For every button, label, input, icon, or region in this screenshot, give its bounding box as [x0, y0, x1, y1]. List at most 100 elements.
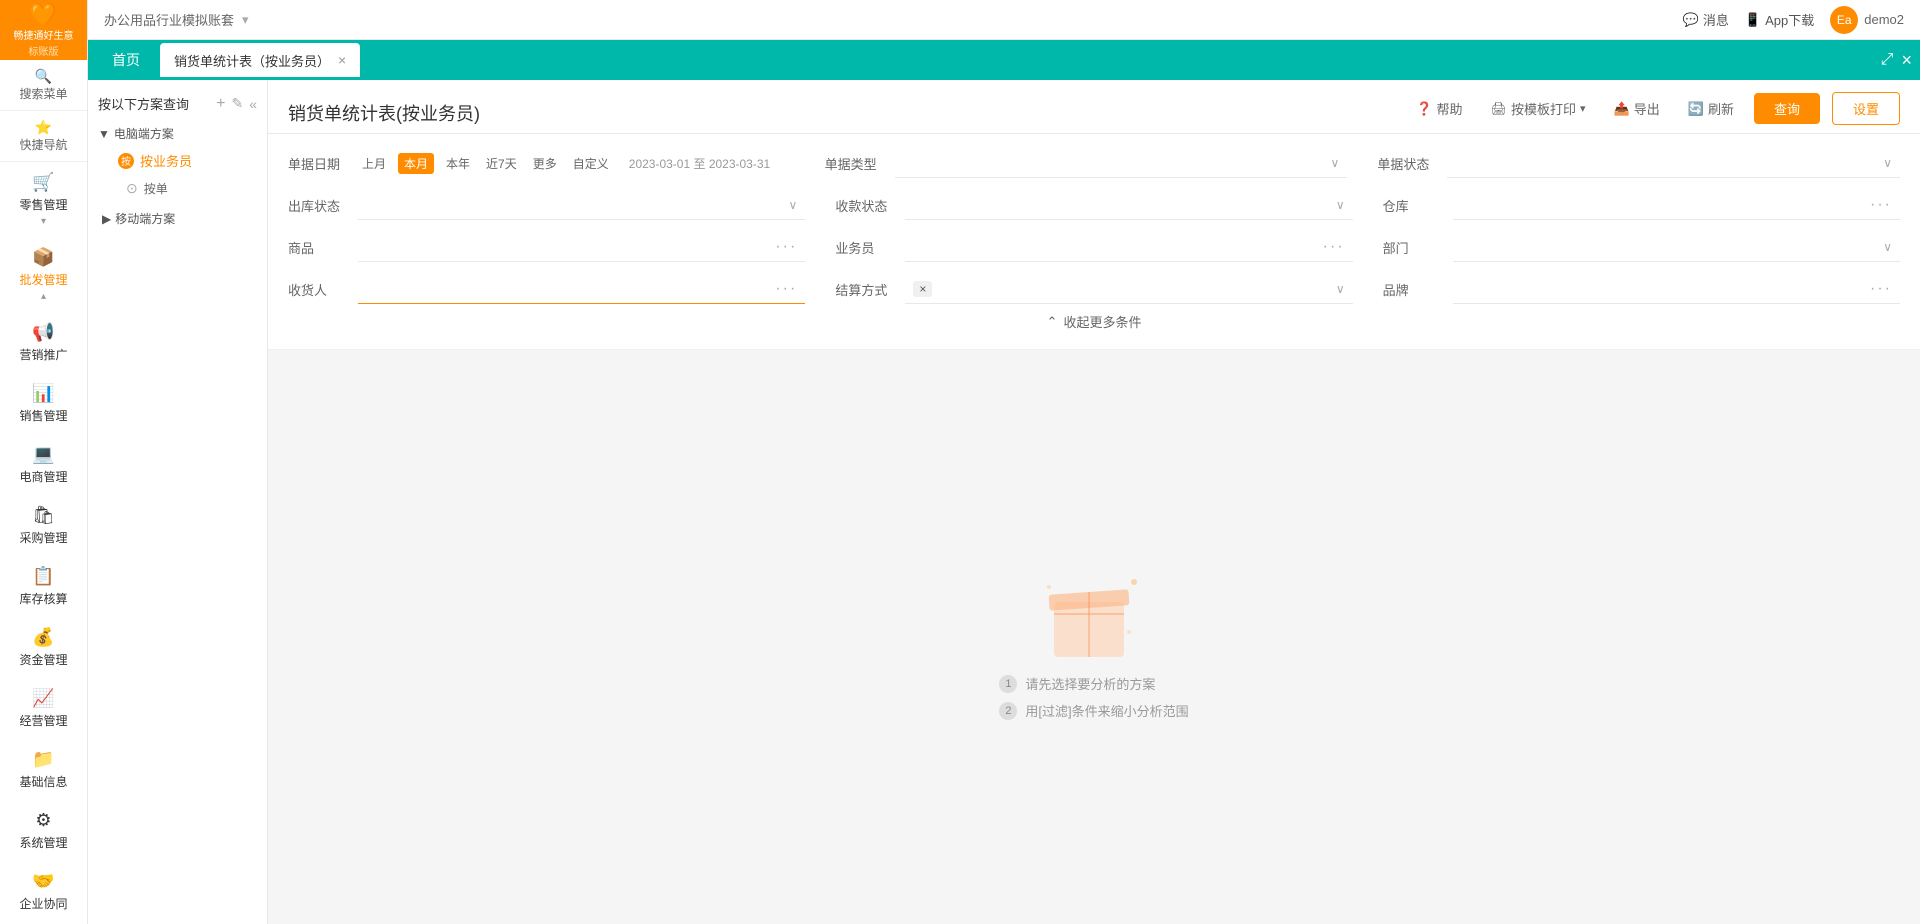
goods-dots: ··· — [775, 238, 797, 256]
salesperson-control[interactable]: ··· — [905, 232, 1352, 262]
warehouse-dots: ··· — [1870, 196, 1892, 214]
sidebar-item-marketing[interactable]: 📢 营销推广 — [0, 312, 87, 373]
sidebar-item-ecommerce[interactable]: 💻 电商管理 — [0, 434, 87, 495]
app-subtitle: 标账版 — [29, 43, 59, 58]
salesperson-label: 业务员 — [835, 238, 905, 257]
sidebar-item-enterprise[interactable]: 🤝 企业协同 — [0, 861, 87, 922]
sidebar-item-retail[interactable]: 🛒 零售管理 ▾ — [0, 162, 87, 237]
template-print-button[interactable]: 🖨 按模板打印 ▾ — [1483, 95, 1594, 122]
doc-type-control[interactable]: ∨ — [895, 148, 1348, 178]
payment-status-control[interactable]: ∨ — [905, 190, 1352, 220]
sidebar-search[interactable]: 🔍 搜索菜单 — [0, 60, 87, 111]
sidebar-shortcut[interactable]: ⭐ 快捷导航 — [0, 111, 87, 162]
payment-method-arrow: ∨ — [1336, 282, 1345, 296]
close-window-icon[interactable]: × — [1901, 50, 1912, 71]
breadcrumb-area: 办公用品行业模拟账套 ▾ — [104, 10, 249, 29]
inventory-icon: 📋 — [32, 566, 54, 587]
mobile-scheme-group[interactable]: ▶ 移动端方案 — [88, 206, 267, 231]
consignee-control[interactable]: ··· — [358, 274, 805, 304]
search-label: 搜索菜单 — [6, 85, 81, 102]
user-info[interactable]: Ea demo2 — [1830, 6, 1904, 34]
sidebar-item-operations[interactable]: 📈 经营管理 — [0, 678, 87, 739]
collapse-panel-icon[interactable]: « — [249, 96, 257, 112]
sidebar-item-inventory[interactable]: 📋 库存核算 — [0, 556, 87, 617]
date-tab-more[interactable]: 更多 — [529, 153, 561, 174]
date-tab-this-year[interactable]: 本年 — [442, 153, 474, 174]
app-download-button[interactable]: 📱 App下载 — [1745, 10, 1814, 29]
brand-label: 品牌 — [1383, 280, 1453, 299]
refresh-label: 刷新 — [1708, 99, 1734, 118]
inventory-label: 库存核算 — [19, 590, 67, 607]
refresh-icon: 🔄 — [1688, 101, 1704, 117]
date-tab-last-month[interactable]: 上月 — [358, 153, 390, 174]
wholesale-icon: 📦 — [32, 247, 54, 268]
enterprise-icon: 🤝 — [32, 871, 54, 892]
right-panel: 销货单统计表(按业务员) ❓ 帮助 🖨 按模板打印 ▾ 📤 导出 — [268, 80, 1920, 924]
doc-status-control[interactable]: ∨ — [1447, 148, 1900, 178]
sidebar-item-system[interactable]: ⚙ 系统管理 — [0, 800, 87, 861]
export-icon: 📤 — [1614, 101, 1630, 117]
edit-scheme-icon[interactable]: ✎ — [231, 95, 243, 112]
panel-actions: + ✎ « — [216, 95, 257, 113]
scheme-sub-item-by-order[interactable]: ⊙ 按单 — [94, 175, 261, 202]
help-button[interactable]: ❓ 帮助 — [1408, 95, 1470, 122]
filter-row-2: 出库状态 ∨ 收款状态 ∨ 仓库 ··· — [288, 190, 1900, 220]
desktop-scheme-group: ▼ 电脑端方案 按 按业务员 ⊙ 按单 — [88, 121, 267, 202]
message-button[interactable]: 💬 消息 — [1683, 10, 1729, 29]
add-scheme-icon[interactable]: + — [216, 95, 225, 113]
scheme-salesperson-label: 按业务员 — [140, 151, 192, 170]
ecommerce-icon: 💻 — [32, 444, 54, 465]
date-tab-this-month[interactable]: 本月 — [398, 153, 434, 174]
query-button[interactable]: 查询 — [1754, 93, 1820, 124]
marketing-icon: 📢 — [32, 322, 54, 343]
sidebar-item-purchase[interactable]: 🛍 采购管理 — [0, 495, 87, 556]
app-name: 畅捷通好生意 — [14, 30, 74, 43]
tab-close-icon[interactable]: × — [338, 52, 346, 68]
tab-home[interactable]: 首页 — [96, 40, 156, 80]
breadcrumb-dropdown-icon[interactable]: ▾ — [242, 12, 249, 28]
tag-close-icon[interactable]: × — [919, 282, 926, 296]
app-logo: 🧡 畅捷通好生意 标账版 — [0, 0, 88, 60]
print-icon: 🖨 — [1491, 101, 1508, 117]
payment-method-label: 结算方式 — [835, 280, 905, 299]
tab-sales-report[interactable]: 销货单统计表（按业务员） × — [160, 43, 360, 77]
warehouse-control[interactable]: ··· — [1453, 190, 1900, 220]
payment-method-control[interactable]: × ∨ — [905, 274, 1352, 304]
tab-bar-actions: ⤢ × — [1881, 50, 1912, 71]
department-control[interactable]: ∨ — [1453, 232, 1900, 262]
stock-status-control[interactable]: ∨ — [358, 190, 805, 220]
system-label: 系统管理 — [19, 834, 67, 851]
warehouse-label: 仓库 — [1383, 196, 1453, 215]
date-tab-7days[interactable]: 近7天 — [482, 153, 521, 174]
empty-state: 1 请先选择要分析的方案 2 用[过滤]条件来缩小分析范围 — [268, 358, 1920, 924]
sidebar-item-wholesale[interactable]: 📦 批发管理 ▴ — [0, 237, 87, 312]
settings-button[interactable]: 设置 — [1832, 92, 1900, 125]
maximize-icon[interactable]: ⤢ — [1881, 51, 1894, 69]
sidebar-item-basic-info[interactable]: 📁 基础信息 — [0, 739, 87, 800]
date-filter-control[interactable]: 上月 本月 本年 近7天 更多 自定义 2023-03-01 至 2023-03… — [358, 153, 795, 174]
export-button[interactable]: 📤 导出 — [1606, 95, 1668, 122]
shortcut-label: 快捷导航 — [6, 136, 81, 153]
brand-control[interactable]: ··· — [1453, 274, 1900, 304]
sales-label: 销售管理 — [19, 407, 67, 424]
collapse-up-icon: ⌃ — [1047, 314, 1058, 330]
operations-icon: 📈 — [32, 688, 54, 709]
goods-control[interactable]: ··· — [358, 232, 805, 262]
print-arrow-icon: ▾ — [1580, 102, 1586, 115]
refresh-button[interactable]: 🔄 刷新 — [1680, 95, 1742, 122]
sidebar-item-finance[interactable]: 💰 资金管理 — [0, 617, 87, 678]
collapse-more-button[interactable]: ⌃ 收起更多条件 — [288, 304, 1900, 335]
empty-tips: 1 请先选择要分析的方案 2 用[过滤]条件来缩小分析范围 — [999, 674, 1188, 720]
payment-status-label: 收款状态 — [835, 196, 905, 215]
operations-label: 经营管理 — [19, 712, 67, 729]
scheme-item-by-salesperson[interactable]: 按 按业务员 — [94, 146, 261, 175]
purchase-icon: 🛍 — [32, 505, 55, 526]
desktop-group-title[interactable]: ▼ 电脑端方案 — [94, 121, 261, 146]
main-area: 办公用品行业模拟账套 ▾ 💬 消息 📱 App下载 Ea demo2 首页 销货… — [88, 0, 1920, 924]
page-header-actions: ❓ 帮助 🖨 按模板打印 ▾ 📤 导出 🔄 刷新 — [1408, 92, 1900, 133]
date-tab-custom[interactable]: 自定义 — [569, 153, 613, 174]
page-title: 销货单统计表(按业务员) — [288, 100, 480, 126]
date-tabs: 上月 本月 本年 近7天 更多 自定义 2023-03-01 至 2023-03… — [358, 153, 795, 174]
retail-arrow: ▾ — [41, 216, 46, 227]
sidebar-item-sales[interactable]: 📊 销售管理 — [0, 373, 87, 434]
